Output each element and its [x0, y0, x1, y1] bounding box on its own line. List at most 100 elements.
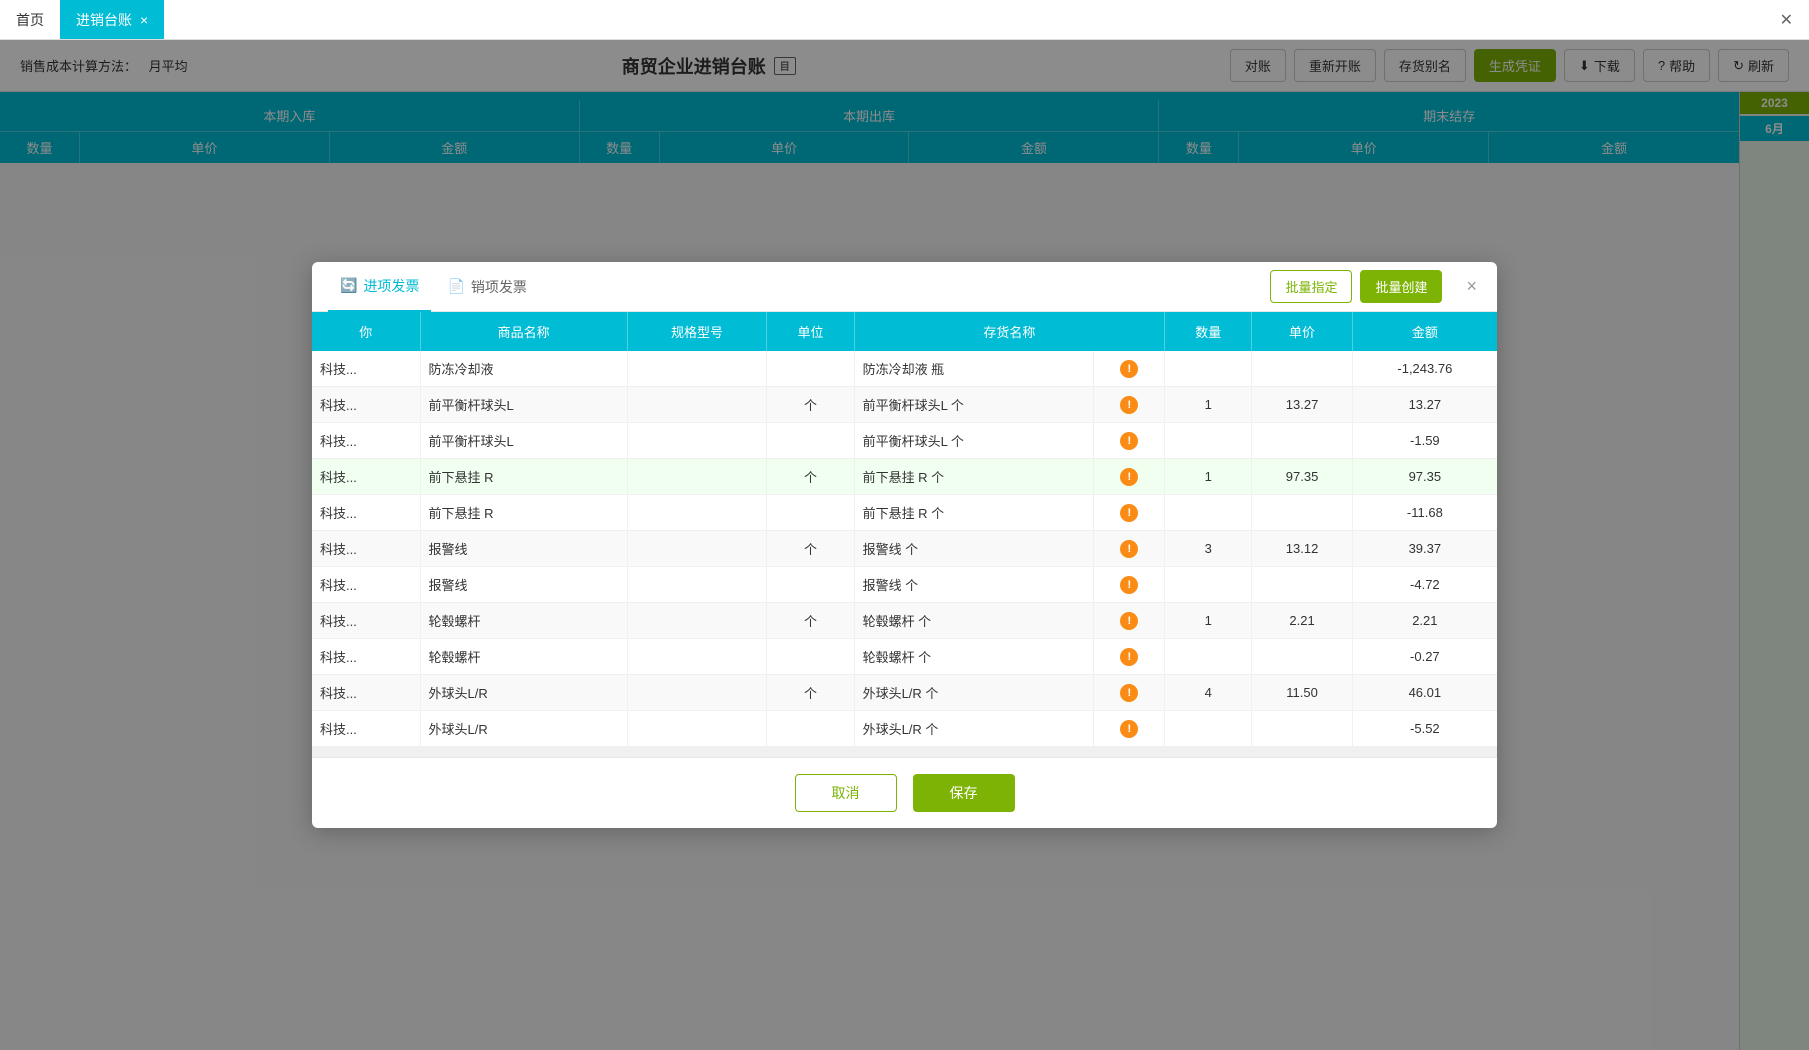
cell-amount: -4.72: [1352, 567, 1497, 603]
th-unit: 单位: [767, 312, 854, 351]
cell-qty: [1165, 711, 1252, 747]
table-row: 科技... 前平衡杆球头L 个 前平衡杆球头L 个 ! 1 13.27 13.2…: [312, 387, 1497, 423]
cell-unit: 个: [767, 531, 854, 567]
table-row: 科技... 前平衡杆球头L 前平衡杆球头L 个 ! -1.59: [312, 423, 1497, 459]
warning-icon: !: [1120, 360, 1138, 378]
active-tab[interactable]: 进销台账 ×: [60, 0, 164, 39]
tab-sales-invoice[interactable]: 📄 销项发票: [435, 262, 538, 312]
cell-vendor: 科技...: [312, 603, 420, 639]
cell-inventory: 报警线 个: [854, 531, 1094, 567]
cell-warning: !: [1094, 459, 1165, 495]
table-row: 科技... 外球头L/R 外球头L/R 个 ! -5.52: [312, 711, 1497, 747]
cell-inventory: 前下悬挂 R 个: [854, 459, 1094, 495]
modal-footer: 取消 保存: [312, 757, 1497, 828]
window-close-button[interactable]: ✕: [1764, 0, 1809, 39]
cell-qty: [1165, 495, 1252, 531]
modal-close-button[interactable]: ×: [1462, 270, 1481, 303]
cell-unit-price: [1252, 639, 1352, 675]
tab-purchase-invoice[interactable]: 🔄 进项发票: [328, 262, 431, 312]
warning-icon: !: [1120, 648, 1138, 666]
table-row: 科技... 前下悬挂 R 个 前下悬挂 R 个 ! 1 97.35 97.35: [312, 459, 1497, 495]
cell-unit-price: [1252, 711, 1352, 747]
cell-qty: 1: [1165, 459, 1252, 495]
cell-unit-price: 13.12: [1252, 531, 1352, 567]
cell-unit: 个: [767, 603, 854, 639]
cell-vendor: 科技...: [312, 351, 420, 387]
cell-product: 外球头L/R: [420, 711, 627, 747]
cell-spec: [627, 711, 767, 747]
cell-spec: [627, 567, 767, 603]
cell-amount: -1,243.76: [1352, 351, 1497, 387]
cell-amount: -0.27: [1352, 639, 1497, 675]
cell-spec: [627, 423, 767, 459]
th-spec: 规格型号: [627, 312, 767, 351]
table-row: 科技... 前下悬挂 R 前下悬挂 R 个 ! -11.68: [312, 495, 1497, 531]
table-header-row: 你 商品名称 规格型号 单位 存货名称 数量 单价 金额: [312, 312, 1497, 351]
warning-icon: !: [1120, 504, 1138, 522]
cell-unit: [767, 423, 854, 459]
cell-vendor: 科技...: [312, 567, 420, 603]
table-row: 科技... 轮毂螺杆 轮毂螺杆 个 ! -0.27: [312, 639, 1497, 675]
cell-qty: [1165, 567, 1252, 603]
cell-amount: 97.35: [1352, 459, 1497, 495]
modal-header-actions: 批量指定 批量创建 ×: [1270, 270, 1481, 303]
cell-qty: 1: [1165, 387, 1252, 423]
cell-spec: [627, 495, 767, 531]
cell-inventory: 外球头L/R 个: [854, 675, 1094, 711]
cell-unit-price: [1252, 351, 1352, 387]
cell-unit: 个: [767, 675, 854, 711]
cell-warning: !: [1094, 603, 1165, 639]
batch-create-button[interactable]: 批量创建: [1360, 270, 1442, 303]
sales-invoice-icon: 📄: [447, 278, 464, 295]
warning-icon: !: [1120, 432, 1138, 450]
top-bar: 首页 进销台账 × ✕: [0, 0, 1809, 40]
main-content: 销售成本计算方法： 月平均 商贸企业进销台账 目 对账 重新开账 存货别名 生成…: [0, 40, 1809, 1050]
modal-dialog: 🔄 进项发票 📄 销项发票 批量指定 批量创建 ×: [312, 262, 1497, 828]
table-scrollbar[interactable]: [312, 747, 1497, 757]
cell-unit-price: [1252, 495, 1352, 531]
modal-table-body: 科技... 防冻冷却液 防冻冷却液 瓶 ! -1,243.76 科技... 前平…: [312, 351, 1497, 747]
cell-inventory: 报警线 个: [854, 567, 1094, 603]
cell-qty: 4: [1165, 675, 1252, 711]
cell-warning: !: [1094, 675, 1165, 711]
cell-unit: [767, 495, 854, 531]
cell-amount: 2.21: [1352, 603, 1497, 639]
cell-warning: !: [1094, 531, 1165, 567]
cell-product: 外球头L/R: [420, 675, 627, 711]
cell-inventory: 前平衡杆球头L 个: [854, 387, 1094, 423]
tab-close-icon[interactable]: ×: [140, 12, 148, 28]
th-unit-price: 单价: [1252, 312, 1352, 351]
cell-vendor: 科技...: [312, 531, 420, 567]
cell-unit-price: [1252, 567, 1352, 603]
cell-inventory: 外球头L/R 个: [854, 711, 1094, 747]
cell-product: 报警线: [420, 567, 627, 603]
save-button[interactable]: 保存: [913, 774, 1015, 812]
cell-qty: 1: [1165, 603, 1252, 639]
cell-unit: [767, 711, 854, 747]
cell-unit-price: 2.21: [1252, 603, 1352, 639]
table-row: 科技... 报警线 个 报警线 个 ! 3 13.12 39.37: [312, 531, 1497, 567]
cell-unit-price: 13.27: [1252, 387, 1352, 423]
cell-qty: [1165, 639, 1252, 675]
cell-inventory: 前下悬挂 R 个: [854, 495, 1094, 531]
batch-assign-button[interactable]: 批量指定: [1270, 270, 1352, 303]
cell-inventory: 前平衡杆球头L 个: [854, 423, 1094, 459]
cell-unit: [767, 351, 854, 387]
cell-unit: [767, 639, 854, 675]
cell-warning: !: [1094, 387, 1165, 423]
cell-inventory: 防冻冷却液 瓶: [854, 351, 1094, 387]
modal-overlay: 🔄 进项发票 📄 销项发票 批量指定 批量创建 ×: [0, 40, 1809, 1050]
tab-purchase-invoice-label: 进项发票: [363, 276, 419, 296]
tab-sales-invoice-label: 销项发票: [471, 277, 527, 297]
cell-warning: !: [1094, 567, 1165, 603]
th-amount: 金额: [1352, 312, 1497, 351]
cell-vendor: 科技...: [312, 711, 420, 747]
cell-unit: 个: [767, 459, 854, 495]
table-row: 科技... 外球头L/R 个 外球头L/R 个 ! 4 11.50 46.01: [312, 675, 1497, 711]
cell-warning: !: [1094, 423, 1165, 459]
home-tab[interactable]: 首页: [0, 0, 60, 39]
cell-product: 轮毂螺杆: [420, 639, 627, 675]
cell-product: 前平衡杆球头L: [420, 423, 627, 459]
cancel-button[interactable]: 取消: [795, 774, 897, 812]
cell-product: 防冻冷却液: [420, 351, 627, 387]
